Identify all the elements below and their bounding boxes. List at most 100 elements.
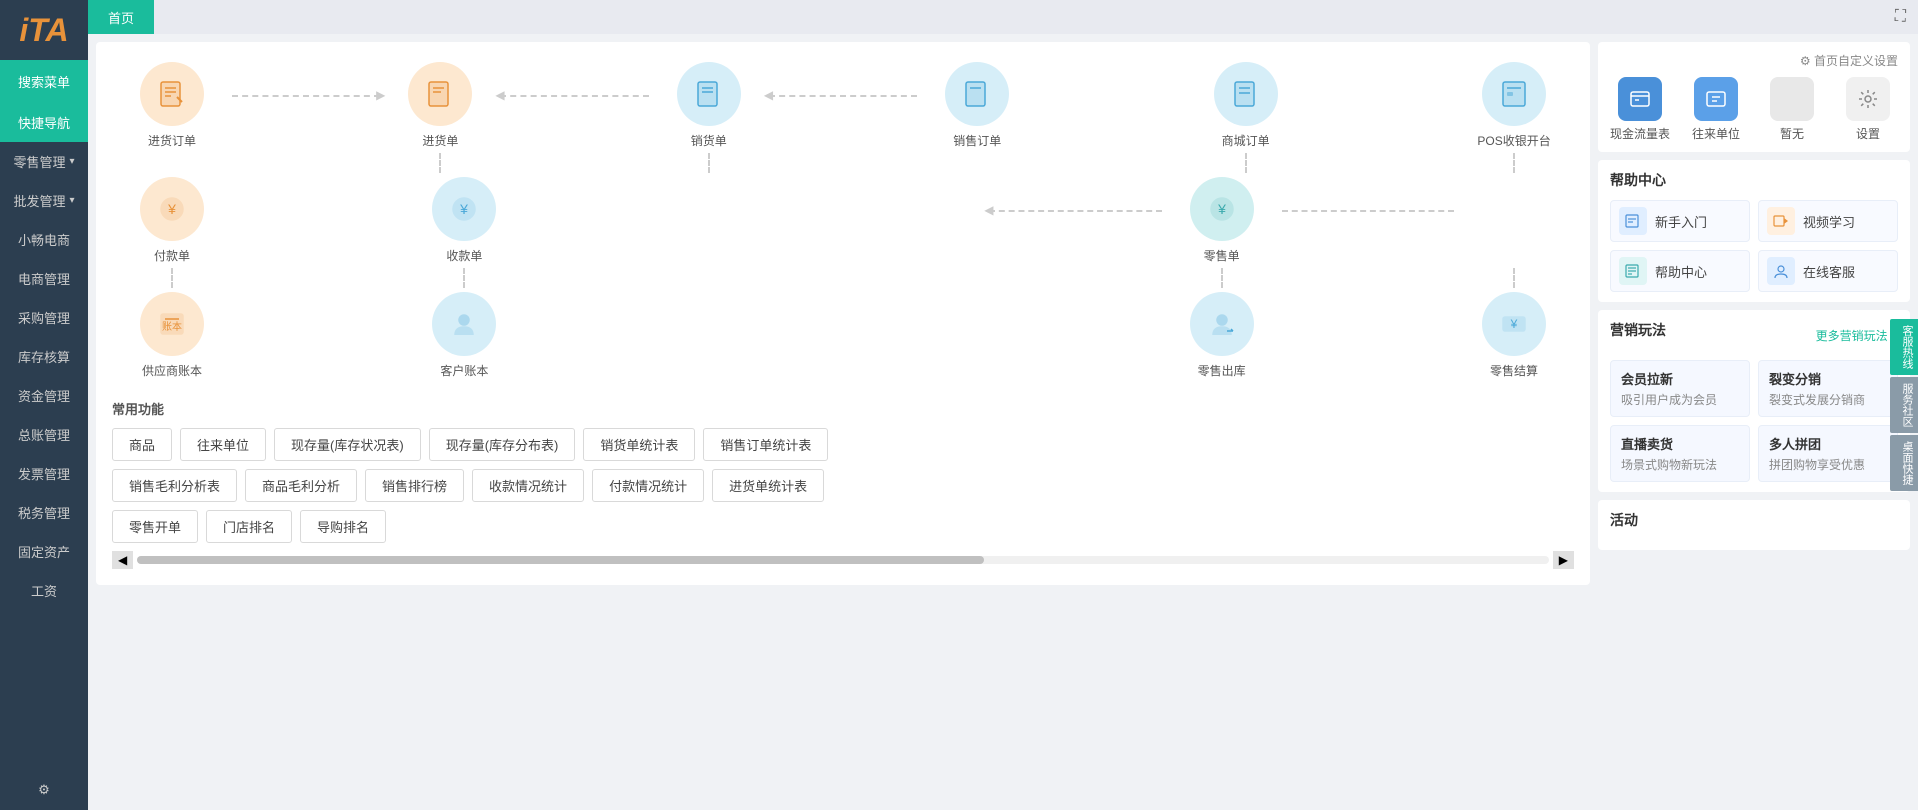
flow-node-pos[interactable]: POS收银开台: [1454, 62, 1574, 149]
cf-btn-payment-stat[interactable]: 付款情况统计: [592, 469, 704, 502]
empty-icon: [1770, 77, 1814, 121]
cf-btn-sales-rank[interactable]: 销售排行榜: [365, 469, 464, 502]
cf-btn-stock-status[interactable]: 现存量(库存状况表): [274, 428, 421, 461]
cf-row-2: 销售毛利分析表 商品毛利分析 销售排行榜 收款情况统计 付款情况统计 进货单统计…: [112, 469, 1574, 502]
sidebar-item-purchase[interactable]: 采购管理: [0, 298, 88, 337]
flow-node-purchase[interactable]: 进货单: [380, 62, 500, 149]
common-functions: 常用功能 商品 往来单位 现存量(库存状况表) 现存量(库存分布表) 销货单统计…: [112, 399, 1574, 569]
sidebar-item-payroll[interactable]: 工资: [0, 571, 88, 610]
marketing-item-live[interactable]: 直播卖货 场景式购物新玩法: [1610, 425, 1750, 482]
cashflow-icon: [1618, 77, 1662, 121]
flow-label: 供应商账本: [142, 362, 202, 379]
sidebar-item-tax[interactable]: 税务管理: [0, 493, 88, 532]
help-label: 新手入门: [1655, 212, 1707, 231]
cf-btn-sales-margin[interactable]: 销售毛利分析表: [112, 469, 237, 502]
flow-node-payment[interactable]: ¥ 付款单: [112, 177, 232, 264]
activity-card: 活动: [1598, 500, 1910, 550]
marketing-item-group-buy[interactable]: 多人拼团 拼团购物享受优惠: [1758, 425, 1898, 482]
scroll-left-btn[interactable]: ◀: [112, 551, 133, 569]
help-item-helpcenter[interactable]: 帮助中心: [1610, 250, 1750, 292]
retail-icon: ¥: [1190, 177, 1254, 241]
sidebar-item-label: 电商管理: [18, 269, 70, 288]
sidebar-item-finance[interactable]: 资金管理: [0, 376, 88, 415]
common-functions-title: 常用功能: [112, 399, 1574, 418]
sidebar-item-inventory[interactable]: 库存核算: [0, 337, 88, 376]
flow-node-sales-order[interactable]: 销售订单: [917, 62, 1037, 149]
shortcuts-setting-btn[interactable]: ⚙ 首页自定义设置: [1800, 52, 1898, 69]
flow-diagram: 进货订单 ▶ 进货单: [112, 62, 1574, 379]
cf-btn-sale-stat[interactable]: 销货单统计表: [583, 428, 695, 461]
flow-node-mall-order[interactable]: 商城订单: [1186, 62, 1306, 149]
sidebar-item-wholesale[interactable]: 批发管理 ▾: [0, 181, 88, 220]
scroll-right-btn[interactable]: ▶: [1553, 551, 1574, 569]
sidebar-settings-btn[interactable]: ⚙: [0, 770, 88, 810]
main-area: 首页 ⛶ 进货订单: [88, 0, 1918, 810]
flow-node-retail-outbound[interactable]: 零售出库: [1162, 292, 1282, 379]
help-label: 帮助中心: [1655, 262, 1707, 281]
video-icon: [1767, 207, 1795, 235]
chevron-down-icon: ▾: [69, 195, 74, 206]
flow-node-receipt[interactable]: ¥ 收款单: [404, 177, 524, 264]
sidebar-item-label: 资金管理: [18, 386, 70, 405]
marketing-item-fission[interactable]: 裂变分销 裂变式发展分销商: [1758, 360, 1898, 417]
cf-btn-receipt-stat[interactable]: 收款情况统计: [472, 469, 584, 502]
sidebar-item-ecommerce[interactable]: 电商管理: [0, 259, 88, 298]
sidebar-item-ecommerce-small[interactable]: 小畅电商: [0, 220, 88, 259]
help-grid: 新手入门 视频学习 帮助中心: [1610, 200, 1898, 292]
marketing-item-desc: 场景式购物新玩法: [1621, 456, 1739, 473]
sidebar-nav-highlight[interactable]: 快捷导航: [0, 103, 88, 142]
fullscreen-icon[interactable]: ⛶: [1891, 4, 1910, 30]
mall-order-icon: [1214, 62, 1278, 126]
cf-btn-retail-order[interactable]: 零售开单: [112, 510, 198, 543]
flow-node-purchase-order[interactable]: 进货订单: [112, 62, 232, 149]
cf-btn-partner[interactable]: 往来单位: [180, 428, 266, 461]
shortcut-cashflow[interactable]: 现金流量表: [1610, 77, 1670, 142]
flow-label: 客户账本: [440, 362, 488, 379]
more-marketing-link[interactable]: 更多营销玩法 >: [1816, 327, 1898, 344]
helpcenter-icon: [1619, 257, 1647, 285]
cf-btn-goods-margin[interactable]: 商品毛利分析: [245, 469, 357, 502]
scroll-track[interactable]: [137, 556, 1549, 564]
flow-node-supplier-account[interactable]: 账本 供应商账本: [112, 292, 232, 379]
help-item-video[interactable]: 视频学习: [1758, 200, 1898, 242]
flow-node-sale[interactable]: 销货单: [649, 62, 769, 149]
cf-btn-guide-rank[interactable]: 导购排名: [300, 510, 386, 543]
customer-account-icon: [432, 292, 496, 356]
sidebar-item-fixed-assets[interactable]: 固定资产: [0, 532, 88, 571]
help-item-service[interactable]: 在线客服: [1758, 250, 1898, 292]
sidebar-search[interactable]: 搜索菜单: [0, 60, 88, 103]
cf-row-3: 零售开单 门店排名 导购排名: [112, 510, 1574, 543]
sidebar-item-label: 工资: [31, 581, 57, 600]
float-btn-community[interactable]: 服务社区: [1890, 377, 1918, 433]
tab-bar: 首页 ⛶: [88, 0, 1918, 34]
help-item-beginner[interactable]: 新手入门: [1610, 200, 1750, 242]
tab-home[interactable]: 首页: [88, 0, 154, 34]
workflow-card: 进货订单 ▶ 进货单: [96, 42, 1590, 585]
cf-btn-store-rank[interactable]: 门店排名: [206, 510, 292, 543]
shortcut-settings[interactable]: 设置: [1838, 77, 1898, 142]
shortcut-partner[interactable]: 往来单位: [1686, 77, 1746, 142]
flow-node-customer-account[interactable]: 客户账本: [404, 292, 524, 379]
flow-row-2: ¥ 付款单 ¥ 收款单: [112, 177, 1574, 264]
cf-btn-purchase-stat[interactable]: 进货单统计表: [712, 469, 824, 502]
flow-label: 商城订单: [1222, 132, 1270, 149]
logo: iTA: [0, 0, 88, 60]
flow-node-retail-settlement[interactable]: ¥ 零售结算: [1454, 292, 1574, 379]
marketing-title: 营销玩法: [1610, 320, 1666, 340]
cf-btn-salesorder-stat[interactable]: 销售订单统计表: [703, 428, 828, 461]
pos-icon: [1482, 62, 1546, 126]
receipt-icon: ¥: [432, 177, 496, 241]
sidebar-item-general-ledger[interactable]: 总账管理: [0, 415, 88, 454]
sidebar-item-label: 总账管理: [18, 425, 70, 444]
float-btn-service[interactable]: 客服热线: [1890, 319, 1918, 375]
float-btn-desktop[interactable]: 桌面快捷: [1890, 435, 1918, 491]
marketing-item-member[interactable]: 会员拉新 吸引用户成为会员: [1610, 360, 1750, 417]
cf-btn-stock-dist[interactable]: 现存量(库存分布表): [429, 428, 576, 461]
chevron-down-icon: ▾: [69, 156, 74, 167]
flow-node-retail[interactable]: ¥ 零售单: [1162, 177, 1282, 264]
sidebar-item-retail[interactable]: 零售管理 ▾: [0, 142, 88, 181]
cf-btn-goods[interactable]: 商品: [112, 428, 172, 461]
sidebar-item-invoice[interactable]: 发票管理: [0, 454, 88, 493]
shortcuts-top: ⚙ 首页自定义设置: [1610, 52, 1898, 69]
sidebar-item-label: 发票管理: [18, 464, 70, 483]
